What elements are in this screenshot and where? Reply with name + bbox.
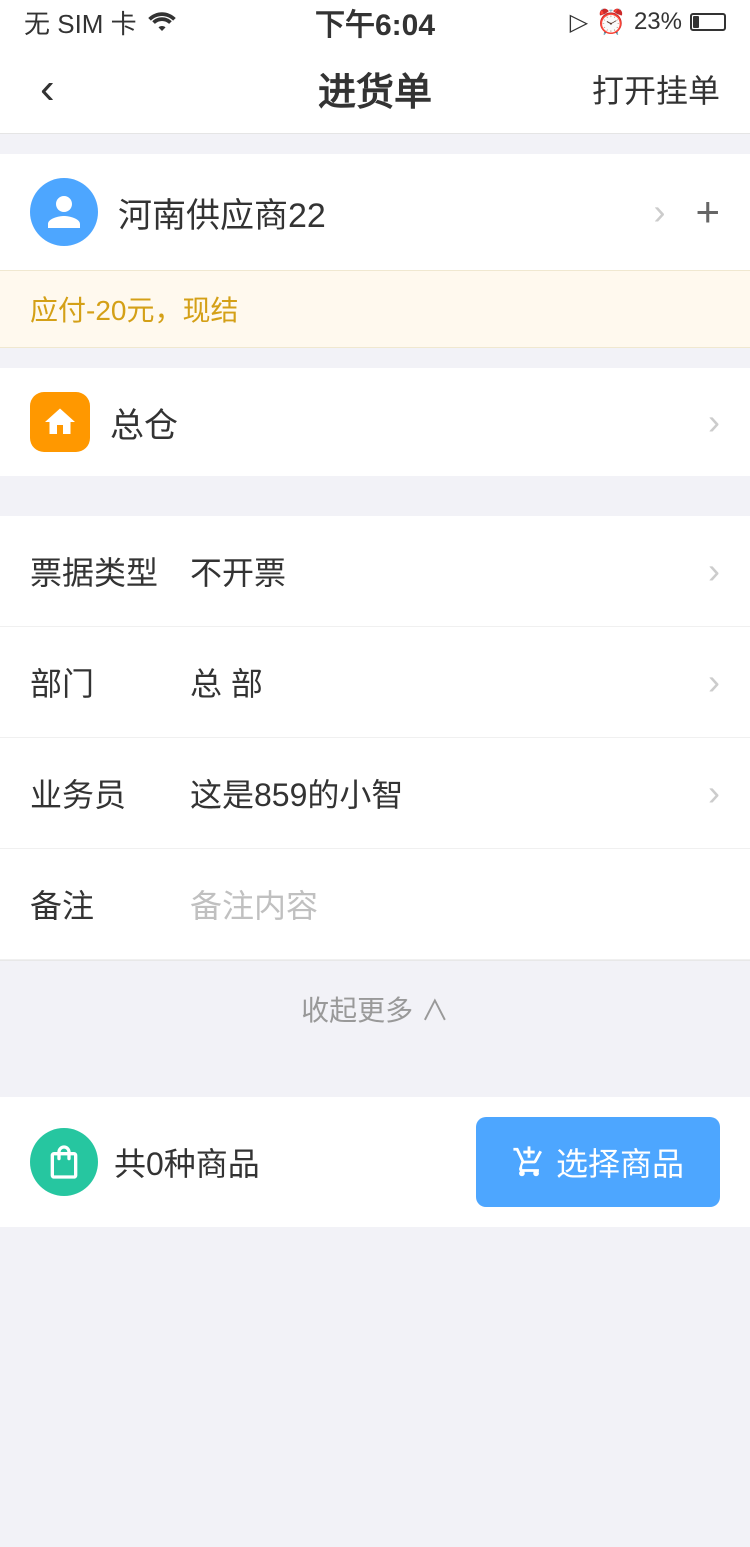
invoice-type-row[interactable]: 票据类型 不开票 ›	[0, 516, 750, 627]
carrier-label: 无 SIM 卡	[24, 4, 137, 41]
goods-icon	[30, 1128, 98, 1196]
warehouse-chevron-icon: ›	[708, 401, 720, 443]
add-supplier-button[interactable]: +	[695, 188, 720, 236]
alarm-icon: ⏰	[596, 8, 626, 37]
bottom-bar: 共0种商品 选择商品	[0, 1097, 750, 1227]
invoice-type-value: 不开票	[170, 548, 708, 594]
goods-count-text: 共0种商品	[114, 1139, 260, 1185]
status-bar: 无 SIM 卡 下午6:04 ▷ ⏰ 23%	[0, 0, 750, 44]
department-row[interactable]: 部门 总 部 ›	[0, 627, 750, 738]
back-button[interactable]: ‹	[30, 57, 65, 121]
warning-text: 应付-20元，现结	[30, 295, 238, 326]
location-icon: ▷	[570, 8, 588, 37]
invoice-type-label: 票据类型	[30, 548, 170, 594]
notes-placeholder[interactable]: 备注内容	[170, 881, 720, 927]
supplier-avatar	[30, 178, 98, 246]
select-goods-label: 选择商品	[556, 1139, 684, 1185]
status-right: ▷ ⏰ 23%	[570, 8, 726, 37]
department-label: 部门	[30, 659, 170, 705]
supplier-card: 河南供应商22 › + 应付-20元，现结	[0, 154, 750, 348]
department-value: 总 部	[170, 659, 708, 705]
salesperson-chevron-icon: ›	[708, 772, 720, 814]
nav-bar: ‹ 进货单 打开挂单	[0, 44, 750, 134]
collapse-row[interactable]: 收起更多 ∧	[0, 960, 750, 1057]
warehouse-row[interactable]: 总仓 ›	[0, 368, 750, 476]
salesperson-label: 业务员	[30, 770, 170, 816]
battery-icon	[690, 13, 726, 31]
notes-row[interactable]: 备注 备注内容	[0, 849, 750, 960]
supplier-chevron-icon: ›	[653, 191, 665, 233]
supplier-row[interactable]: 河南供应商22 › +	[0, 154, 750, 270]
page-title: 进货单	[318, 61, 432, 116]
warning-banner: 应付-20元，现结	[0, 270, 750, 348]
user-icon	[44, 192, 84, 232]
select-goods-button[interactable]: 选择商品	[476, 1117, 720, 1207]
collapse-label[interactable]: 收起更多 ∧	[301, 995, 449, 1026]
battery-label: 23%	[634, 8, 682, 36]
warehouse-icon	[30, 392, 90, 452]
salesperson-value: 这是859的小智	[170, 770, 708, 816]
add-to-cart-icon	[512, 1145, 546, 1179]
department-chevron-icon: ›	[708, 661, 720, 703]
warehouse-card: 总仓 ›	[0, 368, 750, 476]
invoice-type-chevron-icon: ›	[708, 550, 720, 592]
supplier-actions: › +	[653, 188, 720, 236]
salesperson-row[interactable]: 业务员 这是859的小智 ›	[0, 738, 750, 849]
open-pending-button[interactable]: 打开挂单	[592, 66, 720, 112]
home-icon	[42, 404, 78, 440]
form-section: 票据类型 不开票 › 部门 总 部 › 业务员 这是859的小智 › 备注 备注…	[0, 516, 750, 1057]
shopping-bag-icon	[44, 1142, 84, 1182]
notes-label: 备注	[30, 881, 170, 927]
supplier-name: 河南供应商22	[118, 188, 653, 237]
status-left: 无 SIM 卡	[24, 4, 177, 41]
status-time: 下午6:04	[315, 0, 435, 44]
wifi-icon	[147, 7, 177, 38]
warehouse-name: 总仓	[110, 398, 708, 447]
goods-count-area: 共0种商品	[30, 1128, 260, 1196]
